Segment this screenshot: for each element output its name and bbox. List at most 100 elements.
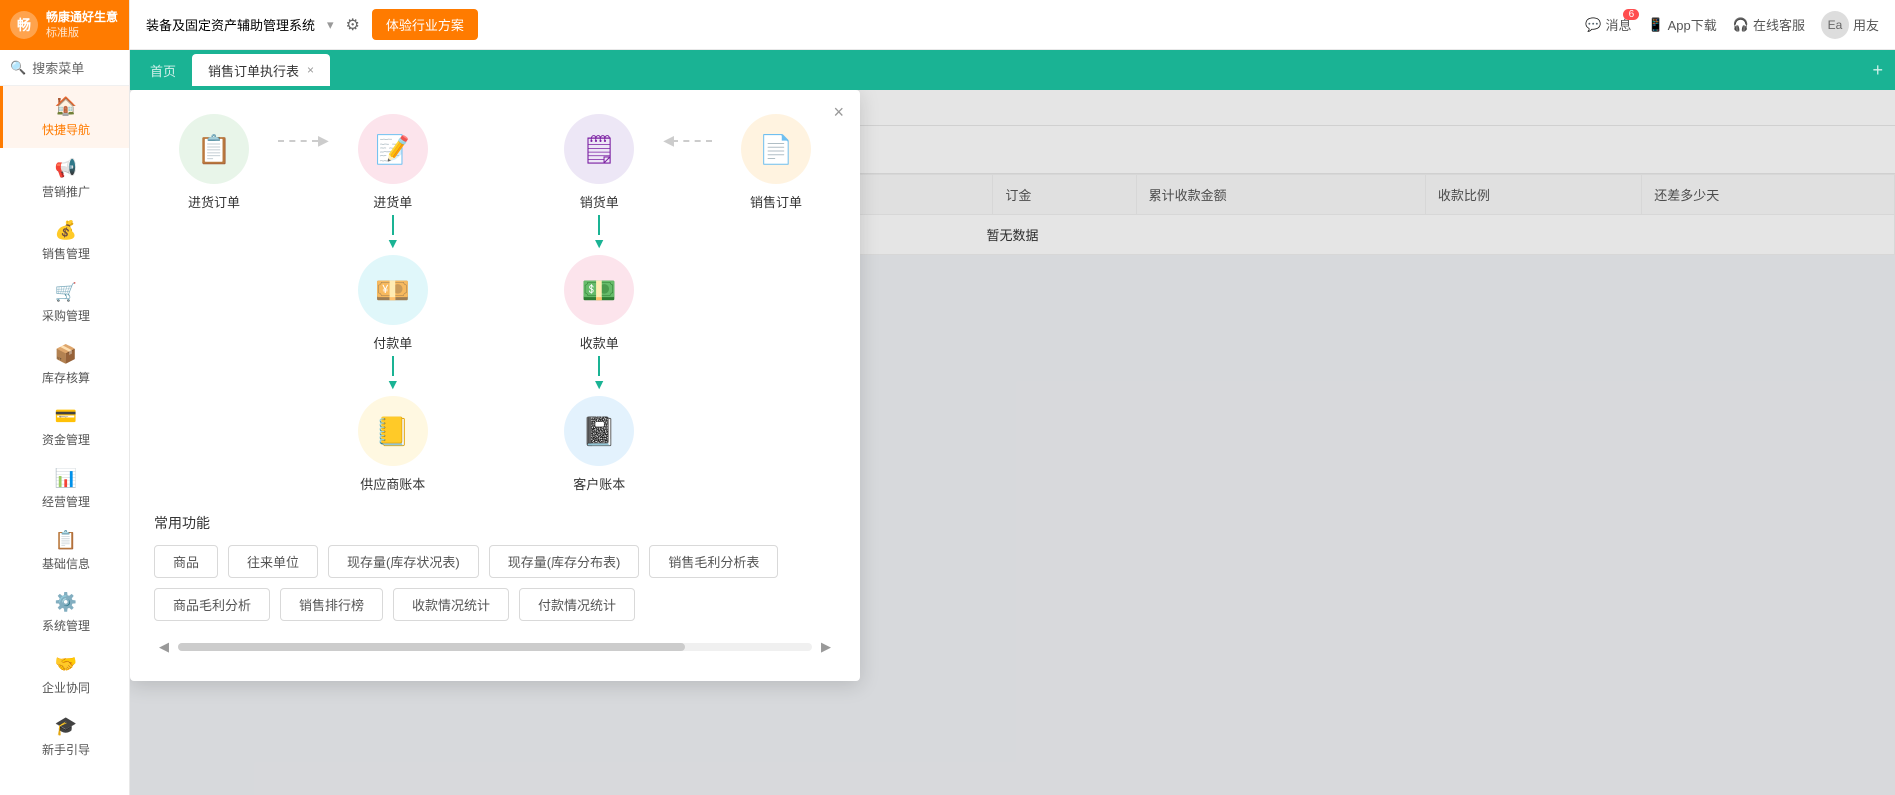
arrow-v-3: ▼ xyxy=(386,356,400,392)
sidebar-item-label: 销售管理 xyxy=(42,245,90,262)
common-btn-stock-dist[interactable]: 现存量(库存分布表) xyxy=(489,545,640,578)
message-icon: 💬 xyxy=(1585,17,1601,33)
common-btn-goods[interactable]: 商品 xyxy=(154,545,218,578)
sale-order-circle: 📄 xyxy=(741,114,811,184)
sidebar-item-system[interactable]: ⚙️ 系统管理 xyxy=(0,582,129,644)
supplier-ledger-node[interactable]: 📒 供应商账本 xyxy=(333,396,453,493)
customer-ledger-label: 客户账本 xyxy=(573,474,625,493)
message-action[interactable]: 💬 消息 6 xyxy=(1585,15,1631,34)
sidebar-item-label: 企业协同 xyxy=(42,679,90,696)
arrow-down-icon-4: ▼ xyxy=(592,376,606,392)
tab-close-icon[interactable]: × xyxy=(307,63,314,77)
receipt-bill-circle: 💵 xyxy=(564,255,634,325)
common-btn-stock-status[interactable]: 现存量(库存状况表) xyxy=(328,545,479,578)
finance-icon: 💳 xyxy=(55,406,77,427)
purchase-icon: 🛒 xyxy=(55,282,77,303)
modal-close-button[interactable]: × xyxy=(833,102,844,123)
scroll-left-btn[interactable]: ◀ xyxy=(154,637,174,657)
sidebar-item-label: 新手引导 xyxy=(42,741,90,758)
main-area: 装备及固定资产辅助管理系统 ▾ ⚙ 体验行业方案 💬 消息 6 📱 App下载 … xyxy=(130,0,1895,795)
sale-order-label: 销售订单 xyxy=(750,192,802,211)
sidebar-item-quick[interactable]: 🏠 快捷导航 xyxy=(0,86,129,148)
sidebar-item-operations[interactable]: 📊 经营管理 xyxy=(0,458,129,520)
sidebar-item-sales[interactable]: 💰 销售管理 xyxy=(0,210,129,272)
tabbar: 首页 销售订单执行表 × + xyxy=(130,50,1895,90)
common-btn-partner[interactable]: 往来单位 xyxy=(228,545,318,578)
arrow-down-icon-3: ▼ xyxy=(386,376,400,392)
purchase-order-circle: 📋 xyxy=(179,114,249,184)
user-action[interactable]: Ea 用友 xyxy=(1821,11,1879,39)
sale-order-col: 📄 销售订单 xyxy=(716,114,836,211)
sidebar-search[interactable]: 🔍 搜索菜单 xyxy=(0,50,129,86)
marketing-icon: 📢 xyxy=(55,158,77,179)
supplier-ledger-label: 供应商账本 xyxy=(360,474,425,493)
enterprise-icon: 🤝 xyxy=(55,654,77,675)
arrow-h-1: ▶ xyxy=(278,132,329,149)
basic-icon: 📋 xyxy=(55,530,77,551)
sidebar-logo: 畅 畅康通好生意 标准版 xyxy=(0,0,129,50)
common-btn-goods-profit[interactable]: 商品毛利分析 xyxy=(154,588,270,621)
purchase-order-icon: 📋 xyxy=(197,133,232,166)
svg-text:畅: 畅 xyxy=(17,17,31,33)
dropdown-arrow-icon: ▾ xyxy=(327,17,334,33)
operations-icon: 📊 xyxy=(55,468,77,489)
topbar-actions: 💬 消息 6 📱 App下载 🎧 在线客服 Ea 用友 xyxy=(1585,11,1879,39)
sidebar-item-enterprise[interactable]: 🤝 企业协同 xyxy=(0,644,129,706)
sidebar-item-label: 系统管理 xyxy=(42,617,90,634)
receipt-bill-icon: 💵 xyxy=(582,274,617,307)
online-service-action[interactable]: 🎧 在线客服 xyxy=(1733,15,1805,34)
arrow-v-4: ▼ xyxy=(592,356,606,392)
common-btn-payment-stat[interactable]: 付款情况统计 xyxy=(519,588,635,621)
inventory-icon: 📦 xyxy=(55,344,77,365)
common-btn-receipt-stat[interactable]: 收款情况统计 xyxy=(393,588,509,621)
arrow-v-1: ▼ xyxy=(386,215,400,251)
receipt-bill-node[interactable]: 💵 收款单 xyxy=(539,255,659,352)
purchase-bill-circle: 📝 xyxy=(358,114,428,184)
sidebar-item-label: 经营管理 xyxy=(42,493,90,510)
sale-bill-node[interactable]: 🗒 销货单 xyxy=(539,114,659,211)
customer-ledger-icon: 📓 xyxy=(582,415,617,448)
scroll-right-btn[interactable]: ▶ xyxy=(816,637,836,657)
purchase-order-col: 📋 进货订单 xyxy=(154,114,274,211)
sidebar-item-marketing[interactable]: 📢 营销推广 xyxy=(0,148,129,210)
sidebar-item-purchase[interactable]: 🛒 采购管理 xyxy=(0,272,129,334)
purchase-bill-node[interactable]: 📝 进货单 xyxy=(333,114,453,211)
experience-button[interactable]: 体验行业方案 xyxy=(372,9,478,40)
scrollbar-thumb[interactable] xyxy=(178,643,685,651)
purchase-order-node[interactable]: 📋 进货订单 xyxy=(154,114,274,211)
scrollbar-track[interactable] xyxy=(178,643,812,651)
settings-icon[interactable]: ⚙ xyxy=(346,15,360,35)
common-functions-title: 常用功能 xyxy=(154,513,836,533)
sidebar-item-finance[interactable]: 💳 资金管理 xyxy=(0,396,129,458)
tab-add-icon[interactable]: + xyxy=(1864,60,1891,81)
tab-home-label: 首页 xyxy=(150,61,176,80)
modal-scrollbar: ◀ ▶ xyxy=(154,637,836,657)
payment-bill-icon: 💴 xyxy=(375,274,410,307)
app-download-action[interactable]: 📱 App下载 xyxy=(1647,15,1716,34)
tab-sales-label: 销售订单执行表 xyxy=(208,61,299,80)
purchase-bill-label: 进货单 xyxy=(373,192,412,211)
supplier-ledger-circle: 📒 xyxy=(358,396,428,466)
common-btn-sales-profit[interactable]: 销售毛利分析表 xyxy=(649,545,778,578)
customer-ledger-node[interactable]: 📓 客户账本 xyxy=(539,396,659,493)
sale-order-node[interactable]: 📄 销售订单 xyxy=(716,114,836,211)
arrow-h-2: ◀ xyxy=(663,132,712,149)
user-label: 用友 xyxy=(1853,15,1879,34)
message-badge: 6 xyxy=(1623,9,1639,20)
topbar: 装备及固定资产辅助管理系统 ▾ ⚙ 体验行业方案 💬 消息 6 📱 App下载 … xyxy=(130,0,1895,50)
tab-home[interactable]: 首页 xyxy=(134,54,192,86)
receipt-bill-label: 收款单 xyxy=(580,333,619,352)
common-functions-section: 常用功能 商品 往来单位 现存量(库存状况表) 现存量(库存分布表) 销售毛利分… xyxy=(154,513,836,621)
tab-sales-execution[interactable]: 销售订单执行表 × xyxy=(192,54,330,86)
purchase-order-label: 进货订单 xyxy=(188,192,240,211)
sidebar-item-basic[interactable]: 📋 基础信息 xyxy=(0,520,129,582)
sidebar-item-label: 资金管理 xyxy=(42,431,90,448)
payment-bill-node[interactable]: 💴 付款单 xyxy=(333,255,453,352)
service-icon: 🎧 xyxy=(1733,17,1749,33)
modal-quicknav: × 📋 进货订单 xyxy=(130,90,860,681)
sidebar-item-inventory[interactable]: 📦 库存核算 xyxy=(0,334,129,396)
newuser-icon: 🎓 xyxy=(55,716,77,737)
sale-bill-col: 🗒 销货单 ▼ 💵 xyxy=(539,114,659,493)
common-btn-sales-rank[interactable]: 销售排行榜 xyxy=(280,588,383,621)
sidebar-item-newuser[interactable]: 🎓 新手引导 xyxy=(0,706,129,768)
